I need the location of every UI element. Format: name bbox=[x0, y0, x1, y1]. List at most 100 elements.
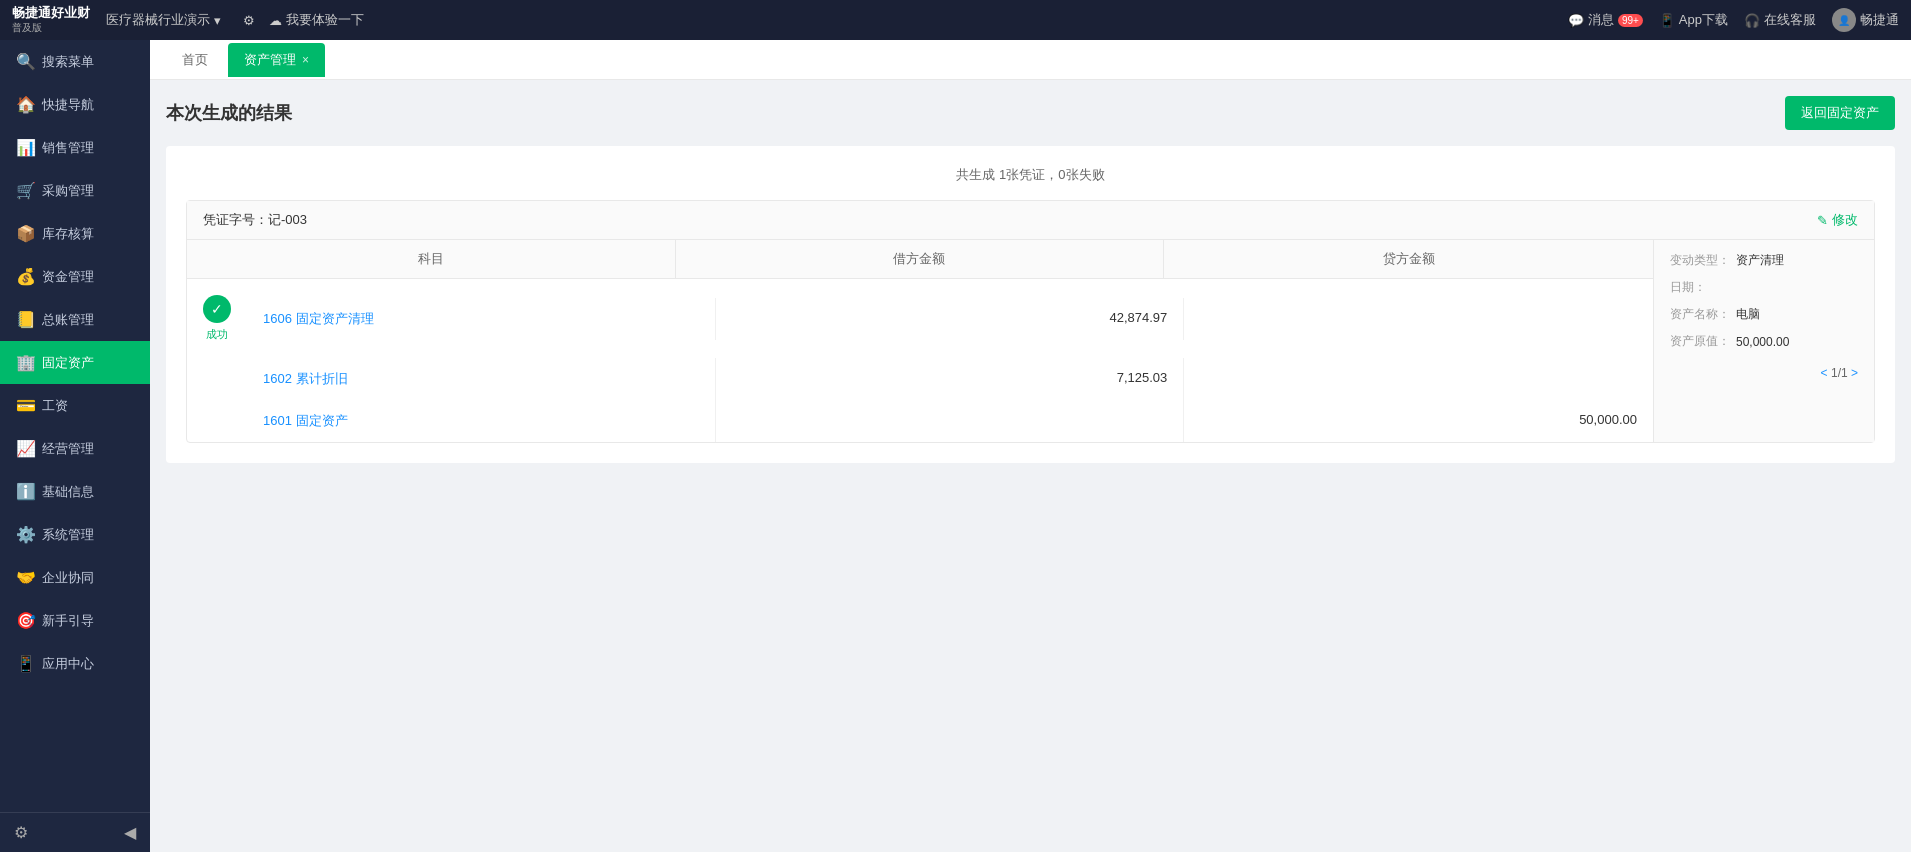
ledger-icon: 📒 bbox=[16, 310, 34, 329]
col-credit-header: 贷方金额 bbox=[1164, 240, 1653, 278]
asset-name-value: 电脑 bbox=[1736, 306, 1760, 323]
cell-debit: 42,874.97 bbox=[716, 298, 1185, 340]
main-layout: 🔍搜索菜单 🏠 快捷导航 📊销售管理🛒采购管理 📦 库存核算 💰资金管理 📒 总账管理 🏢 固定资产… bbox=[0, 40, 1911, 852]
success-indicator: ✓ 成功 bbox=[187, 279, 247, 358]
quicknav-icon: 🏠 bbox=[16, 95, 34, 114]
sidebar-item-label: 采购管理 bbox=[42, 182, 94, 200]
asset-name-label: 资产名称： bbox=[1670, 306, 1730, 323]
company-name: 医疗器械行业演示 bbox=[106, 11, 210, 29]
sidebar-item-label: 总账管理 bbox=[42, 311, 94, 329]
asset-name-row: 资产名称： 电脑 bbox=[1670, 306, 1858, 323]
chevron-down-icon: ▾ bbox=[214, 13, 221, 28]
voucher-row: 1601 固定资产 50,000.00 bbox=[247, 400, 1653, 442]
edit-icon: ✎ bbox=[1817, 213, 1828, 228]
result-body: 共生成 1张凭证，0张失败 凭证字号：记-003 ✎ 修改 bbox=[166, 146, 1895, 463]
sidebar-item-app_center[interactable]: 📱应用中心 bbox=[0, 642, 150, 685]
page-content: 本次生成的结果 返回固定资产 共生成 1张凭证，0张失败 凭证字号：记-003 … bbox=[150, 80, 1911, 852]
sidebar-item-label: 快捷导航 bbox=[42, 96, 94, 114]
avatar: 👤 bbox=[1832, 8, 1856, 32]
gear-icon[interactable]: ⚙ bbox=[14, 823, 28, 842]
date-label: 日期： bbox=[1670, 279, 1706, 296]
guide-icon: 🎯 bbox=[16, 611, 34, 630]
result-header: 本次生成的结果 返回固定资产 bbox=[166, 96, 1895, 130]
operations-icon: 📈 bbox=[16, 439, 34, 458]
sidebar-item-basic_info[interactable]: ℹ️基础信息 bbox=[0, 470, 150, 513]
experience-button[interactable]: ☁ 我要体验一下 bbox=[269, 11, 364, 29]
sidebar-item-label: 固定资产 bbox=[42, 354, 94, 372]
table-row: 1602 累计折旧 7,125.03 bbox=[187, 358, 1653, 400]
messages-button[interactable]: 💬 消息 99+ bbox=[1568, 11, 1643, 29]
cell-credit: 50,000.00 bbox=[1184, 400, 1653, 442]
sidebar-item-quicknav[interactable]: 🏠 快捷导航 bbox=[0, 83, 150, 126]
sidebar-scroll: 🔍搜索菜单 🏠 快捷导航 📊销售管理🛒采购管理 📦 库存核算 💰资金管理 📒 总账管理 🏢 固定资产… bbox=[0, 40, 150, 812]
header-right: 💬 消息 99+ 📱 App下载 🎧 在线客服 👤 畅捷通 bbox=[1568, 8, 1899, 32]
sales-icon: 📊 bbox=[16, 138, 34, 157]
table-row: 1601 固定资产 50,000.00 bbox=[187, 400, 1653, 442]
sidebar-item-search[interactable]: 🔍搜索菜单 bbox=[0, 40, 150, 83]
logo-subtitle: 普及版 bbox=[12, 21, 42, 35]
headset-icon: 🎧 bbox=[1744, 13, 1760, 28]
phone-icon: 📱 bbox=[1659, 13, 1675, 28]
payroll-icon: 💳 bbox=[16, 396, 34, 415]
sidebar-item-enterprise[interactable]: 🤝企业协同 bbox=[0, 556, 150, 599]
sidebar-item-purchase[interactable]: 🛒采购管理 bbox=[0, 169, 150, 212]
sidebar-item-sales[interactable]: 📊销售管理 bbox=[0, 126, 150, 169]
sidebar-item-label: 新手引导 bbox=[42, 612, 94, 630]
return-fixed-assets-button[interactable]: 返回固定资产 bbox=[1785, 96, 1895, 130]
pagination: < 1/1 > bbox=[1670, 366, 1858, 380]
tab-home[interactable]: 首页 bbox=[166, 43, 224, 77]
enterprise-icon: 🤝 bbox=[16, 568, 34, 587]
sidebar-item-guide[interactable]: 🎯 新手引导 bbox=[0, 599, 150, 642]
voucher-number: 凭证字号：记-003 bbox=[203, 211, 307, 229]
logo-title: 畅捷通好业财 bbox=[12, 5, 90, 21]
change-type-value: 资产清理 bbox=[1736, 252, 1784, 269]
online-service-button[interactable]: 🎧 在线客服 bbox=[1744, 11, 1816, 29]
sidebar-item-ledger[interactable]: 📒 总账管理 bbox=[0, 298, 150, 341]
sidebar: 🔍搜索菜单 🏠 快捷导航 📊销售管理🛒采购管理 📦 库存核算 💰资金管理 📒 总账管理 🏢 固定资产… bbox=[0, 40, 150, 852]
asset-original-value: 50,000.00 bbox=[1736, 335, 1789, 349]
change-type-label: 变动类型： bbox=[1670, 252, 1730, 269]
company-selector[interactable]: 医疗器械行业演示 ▾ bbox=[98, 7, 229, 33]
prev-page-button[interactable]: < bbox=[1821, 366, 1828, 380]
inventory-icon: 📦 bbox=[16, 224, 34, 243]
app_center-icon: 📱 bbox=[16, 654, 34, 673]
cell-debit: 7,125.03 bbox=[716, 358, 1185, 400]
fixed_assets-icon: 🏢 bbox=[16, 353, 34, 372]
message-icon: 💬 bbox=[1568, 13, 1584, 28]
collapse-icon[interactable]: ◀ bbox=[124, 823, 136, 842]
sidebar-item-label: 系统管理 bbox=[42, 526, 94, 544]
success-icon: ✓ bbox=[203, 295, 231, 323]
table-row: ✓ 成功 1606 固定资产清理 42,874.97 bbox=[187, 279, 1653, 358]
search-icon: 🔍 bbox=[16, 52, 34, 71]
sidebar-item-operations[interactable]: 📈经营管理 bbox=[0, 427, 150, 470]
side-info-panel: 变动类型： 资产清理 日期： 资产名称： 电脑 bbox=[1654, 240, 1874, 442]
change-type-row: 变动类型： 资产清理 bbox=[1670, 252, 1858, 269]
top-header: 畅捷通好业财 普及版 医疗器械行业演示 ▾ ⚙ ☁ 我要体验一下 💬 消息 99… bbox=[0, 0, 1911, 40]
col-subject-header: 科目 bbox=[187, 240, 676, 278]
sidebar-item-fixed_assets[interactable]: 🏢 固定资产 bbox=[0, 341, 150, 384]
sidebar-item-label: 资金管理 bbox=[42, 268, 94, 286]
cell-credit bbox=[1184, 298, 1653, 340]
sidebar-item-inventory[interactable]: 📦 库存核算 bbox=[0, 212, 150, 255]
date-row: 日期： bbox=[1670, 279, 1858, 296]
table-header: 科目 借方金额 贷方金额 bbox=[187, 240, 1653, 279]
sidebar-item-payroll[interactable]: 💳工资 bbox=[0, 384, 150, 427]
app-download-button[interactable]: 📱 App下载 bbox=[1659, 11, 1728, 29]
edit-button[interactable]: ✎ 修改 bbox=[1817, 211, 1858, 229]
settings-icon[interactable]: ⚙ bbox=[237, 9, 261, 32]
content-area: 首页 资产管理 × 本次生成的结果 返回固定资产 共生成 1张凭证，0张失败 凭证字… bbox=[150, 40, 1911, 852]
sidebar-item-system[interactable]: ⚙️系统管理 bbox=[0, 513, 150, 556]
sidebar-item-label: 库存核算 bbox=[42, 225, 94, 243]
voucher-row: 1606 固定资产清理 42,874.97 bbox=[247, 298, 1653, 340]
asset-original-row: 资产原值： 50,000.00 bbox=[1670, 333, 1858, 350]
next-page-button[interactable]: > bbox=[1851, 366, 1858, 380]
user-area[interactable]: 👤 畅捷通 bbox=[1832, 8, 1899, 32]
tab-asset_mgmt[interactable]: 资产管理 × bbox=[228, 43, 325, 77]
voucher-content: 科目 借方金额 贷方金额 ✓ 成功 1606 固定资产清理 42,874.97 … bbox=[187, 240, 1874, 442]
sidebar-bottom: ⚙ ◀ bbox=[0, 812, 150, 852]
success-text: 成功 bbox=[206, 327, 228, 342]
table-rows: ✓ 成功 1606 固定资产清理 42,874.97 1602 累计折旧 7,1… bbox=[187, 279, 1653, 442]
tab-close-icon[interactable]: × bbox=[302, 53, 309, 67]
sidebar-item-funds[interactable]: 💰资金管理 bbox=[0, 255, 150, 298]
tab-label: 资产管理 bbox=[244, 51, 296, 69]
